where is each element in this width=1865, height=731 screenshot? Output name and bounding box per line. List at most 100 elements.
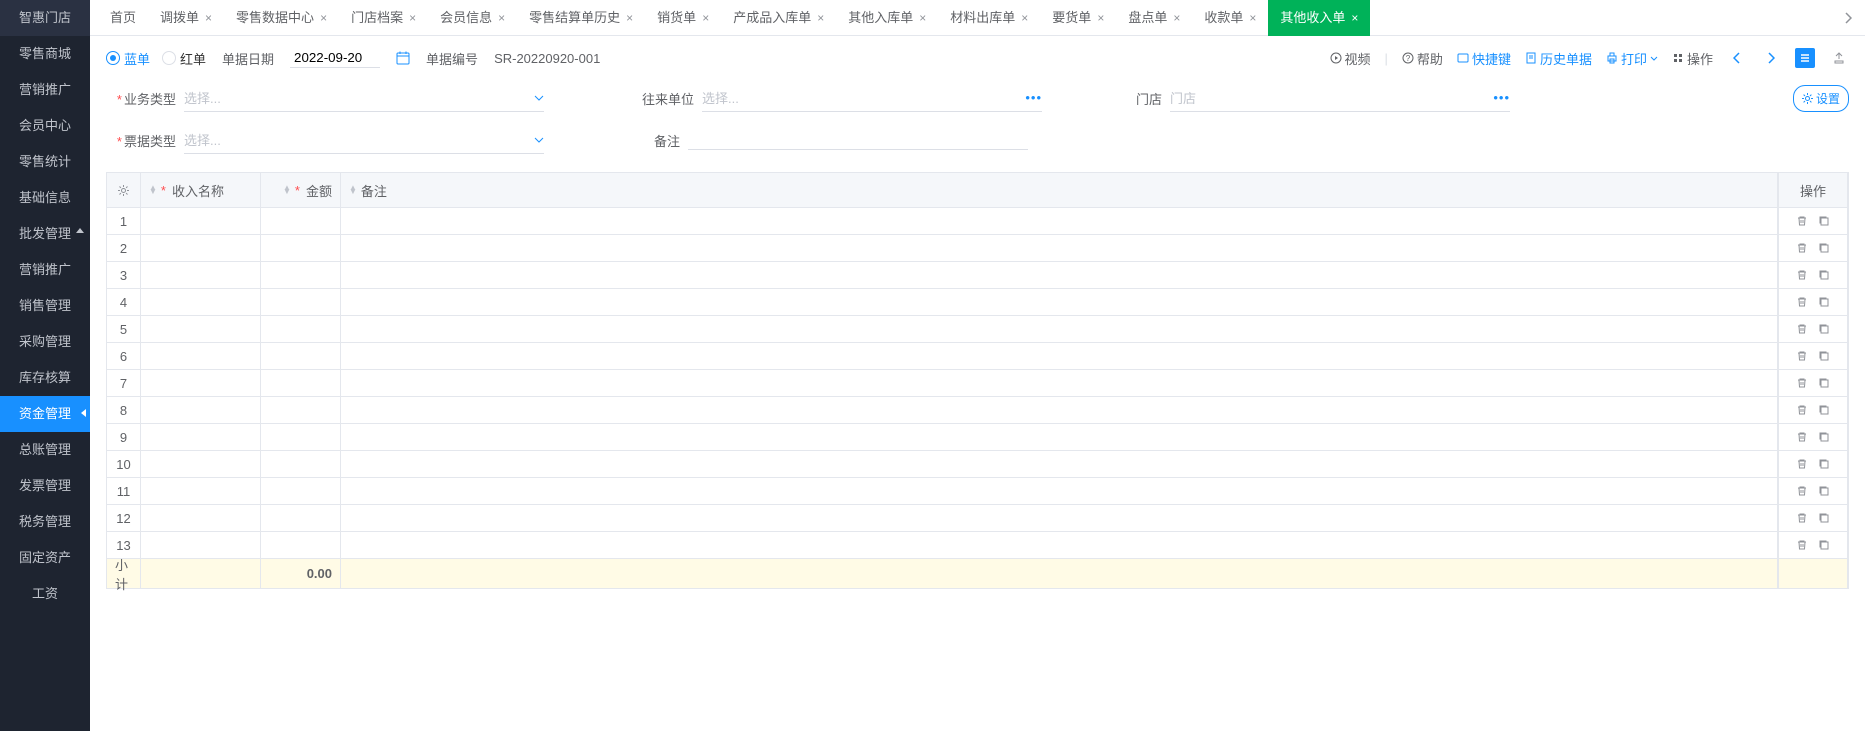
delete-icon[interactable] bbox=[1796, 539, 1808, 551]
tab-4[interactable]: 会员信息× bbox=[428, 0, 517, 36]
delete-icon[interactable] bbox=[1796, 269, 1808, 281]
col-name[interactable]: ▲▼*收入名称 bbox=[141, 173, 261, 207]
tab-8[interactable]: 其他入库单× bbox=[836, 0, 938, 36]
cell-name[interactable] bbox=[141, 235, 261, 261]
close-icon[interactable]: × bbox=[1173, 0, 1180, 36]
cell-remark[interactable] bbox=[341, 424, 1778, 450]
close-icon[interactable]: × bbox=[919, 0, 926, 36]
sidebar-item-4[interactable]: 零售统计 bbox=[0, 144, 90, 180]
table-row[interactable]: 2 bbox=[107, 234, 1778, 261]
tab-6[interactable]: 销货单× bbox=[645, 0, 721, 36]
cell-name[interactable] bbox=[141, 478, 261, 504]
invoice-type-select[interactable]: 选择... bbox=[184, 126, 544, 154]
sidebar-item-9[interactable]: 采购管理 bbox=[0, 324, 90, 360]
cell-name[interactable] bbox=[141, 424, 261, 450]
copy-icon[interactable] bbox=[1818, 242, 1830, 254]
cell-remark[interactable] bbox=[341, 505, 1778, 531]
sidebar-item-0[interactable]: 智惠门店 bbox=[0, 0, 90, 36]
cell-remark[interactable] bbox=[341, 397, 1778, 423]
table-row[interactable]: 8 bbox=[107, 396, 1778, 423]
delete-icon[interactable] bbox=[1796, 215, 1808, 227]
cell-amount[interactable] bbox=[261, 424, 341, 450]
sidebar-item-5[interactable]: 基础信息 bbox=[0, 180, 90, 216]
radio-blue[interactable]: 蓝单 bbox=[106, 49, 150, 68]
cell-remark[interactable] bbox=[341, 208, 1778, 234]
close-icon[interactable]: × bbox=[626, 0, 633, 36]
delete-icon[interactable] bbox=[1796, 431, 1808, 443]
cell-amount[interactable] bbox=[261, 478, 341, 504]
col-amount[interactable]: ▲▼*金额 bbox=[261, 173, 341, 207]
delete-icon[interactable] bbox=[1796, 323, 1808, 335]
cell-name[interactable] bbox=[141, 289, 261, 315]
sidebar-item-10[interactable]: 库存核算 bbox=[0, 360, 90, 396]
tab-7[interactable]: 产成品入库单× bbox=[721, 0, 836, 36]
tab-3[interactable]: 门店档案× bbox=[339, 0, 428, 36]
print-link[interactable]: 打印 bbox=[1606, 49, 1658, 68]
settings-button[interactable]: 设置 bbox=[1793, 85, 1849, 112]
biz-type-select[interactable]: 选择... bbox=[184, 84, 544, 112]
history-link[interactable]: 历史单据 bbox=[1525, 49, 1592, 68]
cell-remark[interactable] bbox=[341, 289, 1778, 315]
tab-10[interactable]: 要货单× bbox=[1040, 0, 1116, 36]
close-icon[interactable]: × bbox=[1249, 0, 1256, 36]
delete-icon[interactable] bbox=[1796, 296, 1808, 308]
copy-icon[interactable] bbox=[1818, 539, 1830, 551]
table-row[interactable]: 5 bbox=[107, 315, 1778, 342]
sidebar-item-2[interactable]: 营销推广 bbox=[0, 72, 90, 108]
table-row[interactable]: 10 bbox=[107, 450, 1778, 477]
close-icon[interactable]: × bbox=[205, 0, 212, 36]
close-icon[interactable]: × bbox=[320, 0, 327, 36]
tab-1[interactable]: 调拨单× bbox=[148, 0, 224, 36]
help-link[interactable]: ? 帮助 bbox=[1402, 49, 1443, 68]
cell-amount[interactable] bbox=[261, 316, 341, 342]
cell-amount[interactable] bbox=[261, 451, 341, 477]
tab-12[interactable]: 收款单× bbox=[1192, 0, 1268, 36]
more-icon[interactable]: ••• bbox=[1493, 90, 1510, 105]
table-row[interactable]: 1 bbox=[107, 207, 1778, 234]
tab-5[interactable]: 零售结算单历史× bbox=[517, 0, 645, 36]
close-icon[interactable]: × bbox=[409, 0, 416, 36]
partner-select[interactable]: 选择... ••• bbox=[702, 84, 1042, 112]
nav-next-icon[interactable] bbox=[1761, 48, 1781, 68]
cell-name[interactable] bbox=[141, 451, 261, 477]
table-row[interactable]: 6 bbox=[107, 342, 1778, 369]
sidebar-item-3[interactable]: 会员中心 bbox=[0, 108, 90, 144]
delete-icon[interactable] bbox=[1796, 458, 1808, 470]
cell-name[interactable] bbox=[141, 397, 261, 423]
sidebar-item-6[interactable]: 批发管理 bbox=[0, 216, 90, 252]
copy-icon[interactable] bbox=[1818, 350, 1830, 362]
cell-name[interactable] bbox=[141, 208, 261, 234]
sidebar-item-12[interactable]: 总账管理 bbox=[0, 432, 90, 468]
date-input[interactable] bbox=[290, 48, 380, 68]
shortcut-link[interactable]: 快捷键 bbox=[1457, 49, 1511, 68]
copy-icon[interactable] bbox=[1818, 512, 1830, 524]
cell-name[interactable] bbox=[141, 262, 261, 288]
cell-name[interactable] bbox=[141, 316, 261, 342]
cell-amount[interactable] bbox=[261, 289, 341, 315]
delete-icon[interactable] bbox=[1796, 350, 1808, 362]
tabs-scroll-right-icon[interactable] bbox=[1839, 0, 1857, 36]
table-row[interactable]: 9 bbox=[107, 423, 1778, 450]
copy-icon[interactable] bbox=[1818, 404, 1830, 416]
cell-remark[interactable] bbox=[341, 532, 1778, 558]
table-row[interactable]: 11 bbox=[107, 477, 1778, 504]
close-icon[interactable]: × bbox=[702, 0, 709, 36]
close-icon[interactable]: × bbox=[1351, 0, 1358, 36]
store-select[interactable]: 门店 ••• bbox=[1170, 84, 1510, 112]
table-row[interactable]: 4 bbox=[107, 288, 1778, 315]
delete-icon[interactable] bbox=[1796, 377, 1808, 389]
copy-icon[interactable] bbox=[1818, 485, 1830, 497]
radio-red[interactable]: 红单 bbox=[162, 49, 206, 68]
delete-icon[interactable] bbox=[1796, 242, 1808, 254]
sidebar-item-8[interactable]: 销售管理 bbox=[0, 288, 90, 324]
more-icon[interactable]: ••• bbox=[1025, 90, 1042, 105]
sidebar-item-16[interactable]: 工资 bbox=[0, 576, 90, 612]
col-settings[interactable] bbox=[107, 173, 141, 207]
tab-9[interactable]: 材料出库单× bbox=[938, 0, 1040, 36]
close-icon[interactable]: × bbox=[1021, 0, 1028, 36]
table-row[interactable]: 12 bbox=[107, 504, 1778, 531]
cell-name[interactable] bbox=[141, 343, 261, 369]
video-link[interactable]: 视频 bbox=[1330, 49, 1371, 68]
cell-remark[interactable] bbox=[341, 262, 1778, 288]
copy-icon[interactable] bbox=[1818, 296, 1830, 308]
